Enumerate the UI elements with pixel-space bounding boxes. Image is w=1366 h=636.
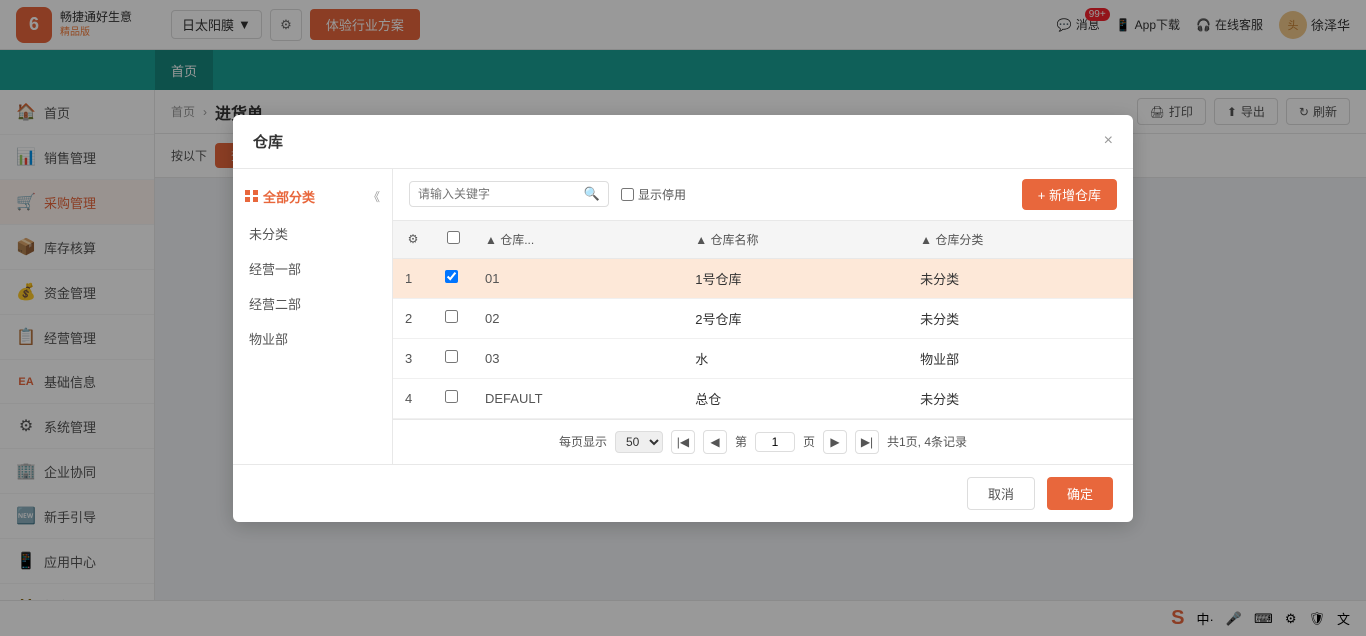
modal-title: 仓库 (253, 131, 283, 152)
row-category: 未分类 (908, 258, 1133, 298)
row-category: 未分类 (908, 378, 1133, 418)
row-code: 03 (473, 338, 683, 378)
row-category: 未分类 (908, 298, 1133, 338)
row-num: 4 (405, 391, 412, 406)
row-action[interactable]: 3 (393, 338, 433, 378)
row-num: 1 (405, 271, 412, 286)
modal-header: 仓库 × (233, 115, 1133, 169)
modal-close-button[interactable]: × (1104, 132, 1113, 150)
add-warehouse-button[interactable]: + 新增仓库 (1022, 179, 1117, 210)
collapse-button[interactable]: 《 (368, 188, 380, 205)
row-code: DEFAULT (473, 378, 683, 418)
category-item-uncategorized[interactable]: 未分类 (233, 216, 392, 251)
row-name: 总仓 (683, 378, 908, 418)
table-row[interactable]: 4 DEFAULT 总仓 未分类 (393, 378, 1133, 418)
show-disabled-checkbox[interactable] (621, 188, 634, 201)
per-page-select[interactable]: 50 (615, 431, 663, 453)
row-code: 01 (473, 258, 683, 298)
category-item-property[interactable]: 物业部 (233, 321, 392, 356)
search-input-wrap: 🔍 (409, 181, 609, 207)
data-table: ⚙ ▲ 仓库... ▲ 仓库名称 ▲ 仓库分类 (393, 221, 1133, 419)
row-checkbox-cell (433, 338, 473, 378)
modal-footer: 取消 确定 (233, 464, 1133, 522)
row-name: 水 (683, 338, 908, 378)
row-num: 3 (405, 351, 412, 366)
category-title: 全部分类 (245, 187, 315, 206)
row-action[interactable]: 2 (393, 298, 433, 338)
grid-icon (245, 190, 259, 202)
category-panel: 全部分类 《 未分类 经营一部 经营二部 物业部 (233, 169, 393, 464)
category-header: 全部分类 《 (233, 181, 392, 212)
row-action[interactable]: 1 (393, 258, 433, 298)
cancel-button[interactable]: 取消 (967, 477, 1035, 510)
category-item-ops1[interactable]: 经营一部 (233, 251, 392, 286)
row-code: 02 (473, 298, 683, 338)
warehouse-modal: 仓库 × 全部分类 《 (233, 115, 1133, 522)
show-disabled-wrap: 显示停用 (621, 186, 686, 203)
table-panel: 🔍 显示停用 + 新增仓库 ⚙ (393, 169, 1133, 464)
next-page-button[interactable]: ▶ (823, 430, 847, 454)
row-name: 2号仓库 (683, 298, 908, 338)
table-row[interactable]: 1 01 1号仓库 未分类 (393, 258, 1133, 298)
table-toolbar: 🔍 显示停用 + 新增仓库 (393, 169, 1133, 221)
modal-backdrop: 仓库 × 全部分类 《 (0, 0, 1366, 636)
row-checkbox-cell (433, 258, 473, 298)
row-category: 物业部 (908, 338, 1133, 378)
th-name: ▲ 仓库名称 (683, 221, 908, 259)
row-num: 2 (405, 311, 412, 326)
row-checkbox-cell (433, 298, 473, 338)
page-input[interactable] (755, 432, 795, 452)
modal-body: 全部分类 《 未分类 经营一部 经营二部 物业部 🔍 (233, 169, 1133, 464)
table-row[interactable]: 3 03 水 物业部 (393, 338, 1133, 378)
search-icon: 🔍 (584, 186, 600, 202)
th-gear: ⚙ (393, 221, 433, 259)
row-checkbox[interactable] (445, 310, 458, 323)
th-check (433, 221, 473, 259)
row-checkbox[interactable] (445, 350, 458, 363)
category-item-ops2[interactable]: 经营二部 (233, 286, 392, 321)
th-category: ▲ 仓库分类 (908, 221, 1133, 259)
search-input[interactable] (418, 187, 580, 201)
row-action[interactable]: 4 (393, 378, 433, 418)
last-page-button[interactable]: ▶| (855, 430, 879, 454)
pagination: 每页显示 50 |◀ ◀ 第 页 ▶ ▶| 共1页, 4条记录 (393, 419, 1133, 464)
first-page-button[interactable]: |◀ (671, 430, 695, 454)
row-checkbox-cell (433, 378, 473, 418)
prev-page-button[interactable]: ◀ (703, 430, 727, 454)
row-checkbox[interactable] (445, 270, 458, 283)
select-all-checkbox[interactable] (447, 231, 460, 244)
row-checkbox[interactable] (445, 390, 458, 403)
confirm-button[interactable]: 确定 (1047, 477, 1113, 510)
row-name: 1号仓库 (683, 258, 908, 298)
table-row[interactable]: 2 02 2号仓库 未分类 (393, 298, 1133, 338)
th-code: ▲ 仓库... (473, 221, 683, 259)
